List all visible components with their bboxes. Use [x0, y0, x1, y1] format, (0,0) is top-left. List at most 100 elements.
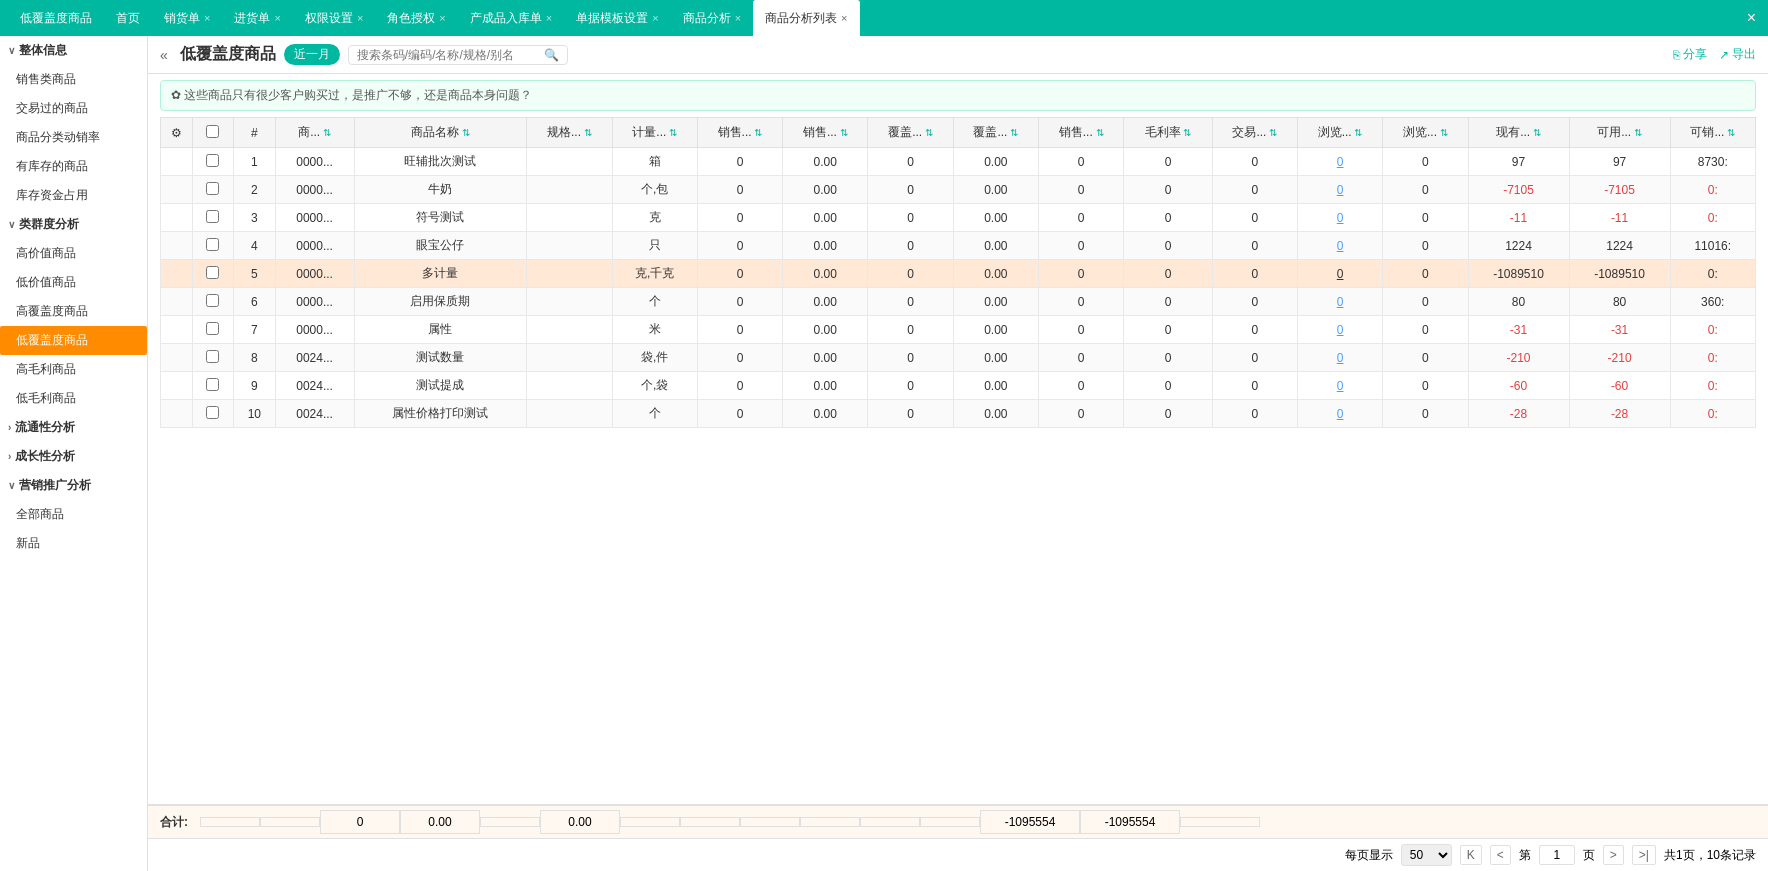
share-button[interactable]: ⎘ 分享: [1673, 46, 1707, 63]
tab-close-3[interactable]: ×: [357, 12, 363, 24]
col-header-gross_rate[interactable]: 毛利率 ⇅: [1124, 118, 1212, 148]
tab-close-8[interactable]: ×: [841, 12, 847, 24]
sidebar-section-2[interactable]: ›流通性分析: [0, 413, 147, 442]
sidebar-item-0-2[interactable]: 商品分类动销率: [0, 123, 147, 152]
sidebar-item-1-1[interactable]: 低价值商品: [0, 268, 147, 297]
sort-arrow-spec: ⇅: [581, 127, 592, 138]
col-header-sales2[interactable]: 销售... ⇅: [1038, 118, 1123, 148]
col-header-cover2[interactable]: 覆盖... ⇅: [953, 118, 1038, 148]
sidebar-item-1-3[interactable]: 低覆盖度商品: [0, 326, 147, 355]
sidebar-item-4-1[interactable]: 新品: [0, 529, 147, 558]
tab-label-1: 销货单: [164, 10, 200, 27]
cell-sales_amt-row-4: 0.00: [783, 260, 868, 288]
col-header-no: #: [233, 118, 275, 148]
col-header-saleable[interactable]: 可销... ⇅: [1670, 118, 1755, 148]
tab-3[interactable]: 权限设置×: [293, 0, 375, 36]
export-button[interactable]: ↗ 导出: [1719, 46, 1756, 63]
tab-0[interactable]: 首页: [104, 0, 152, 36]
search-input[interactable]: [357, 48, 540, 62]
tab-close-7[interactable]: ×: [735, 12, 741, 24]
cell-settings-row-4: [161, 260, 193, 288]
sidebar-section-4[interactable]: ∨营销推广分析: [0, 471, 147, 500]
sidebar-item-0-1[interactable]: 交易过的商品: [0, 94, 147, 123]
sidebar-item-0-0[interactable]: 销售类商品: [0, 65, 147, 94]
col-header-checkbox: [192, 118, 233, 148]
sort-arrow-cover1: ⇅: [922, 127, 933, 138]
tab-1[interactable]: 销货单 ×: [152, 0, 222, 36]
row-checkbox-0[interactable]: [206, 154, 219, 167]
cell-cover1-row-1: 0: [868, 176, 953, 204]
sidebar-item-label-0-2: 商品分类动销率: [16, 130, 100, 144]
col-header-trade[interactable]: 交易... ⇅: [1212, 118, 1297, 148]
col-label-sales2: 销售...: [1059, 125, 1093, 139]
sidebar-item-1-2[interactable]: 高覆盖度商品: [0, 297, 147, 326]
cell-sales_qty-row-3: 0: [697, 232, 782, 260]
col-header-available[interactable]: 可用... ⇅: [1569, 118, 1670, 148]
row-checkbox-9[interactable]: [206, 406, 219, 419]
sidebar-item-1-4[interactable]: 高毛利商品: [0, 355, 147, 384]
col-header-current[interactable]: 现有... ⇅: [1468, 118, 1569, 148]
tab-close-2[interactable]: ×: [274, 12, 280, 24]
prev-page-button[interactable]: <: [1490, 845, 1511, 865]
col-header-browse2[interactable]: 浏览... ⇅: [1383, 118, 1468, 148]
col-header-name[interactable]: 商品名称 ⇅: [354, 118, 527, 148]
tab-5[interactable]: 产成品入库单×: [458, 0, 564, 36]
sidebar-section-1[interactable]: ∨类群度分析: [0, 210, 147, 239]
search-box: 🔍: [348, 45, 568, 65]
col-header-unit[interactable]: 计量... ⇅: [612, 118, 697, 148]
col-header-code[interactable]: 商... ⇅: [275, 118, 354, 148]
sidebar-section-0[interactable]: ∨整体信息: [0, 36, 147, 65]
tab-4[interactable]: 角色授权 ×: [375, 0, 457, 36]
sidebar-item-0-4[interactable]: 库存资金占用: [0, 181, 147, 210]
row-checkbox-7[interactable]: [206, 350, 219, 363]
tab-8[interactable]: 商品分析列表×: [753, 0, 859, 36]
col-header-browse1[interactable]: 浏览... ⇅: [1297, 118, 1382, 148]
col-header-sales_qty[interactable]: 销售... ⇅: [697, 118, 782, 148]
sidebar-item-1-5[interactable]: 低毛利商品: [0, 384, 147, 413]
tab-6[interactable]: 单据模板设置×: [564, 0, 670, 36]
last-page-button[interactable]: >|: [1632, 845, 1656, 865]
per-page-select[interactable]: 50 20 100: [1401, 844, 1452, 866]
tab-close-1[interactable]: ×: [204, 12, 210, 24]
window-close-icon[interactable]: ×: [1747, 9, 1756, 27]
select-all-checkbox[interactable]: [206, 125, 219, 138]
collapse-sidebar-button[interactable]: «: [160, 47, 168, 63]
col-header-sales_amt[interactable]: 销售... ⇅: [783, 118, 868, 148]
period-button[interactable]: 近一月: [284, 44, 340, 65]
tab-close-6[interactable]: ×: [652, 12, 658, 24]
row-checkbox-2[interactable]: [206, 210, 219, 223]
sidebar-item-0-3[interactable]: 有库存的商品: [0, 152, 147, 181]
row-checkbox-4[interactable]: [206, 266, 219, 279]
tab-close-4[interactable]: ×: [439, 12, 445, 24]
tab-2[interactable]: 进货单×: [222, 0, 292, 36]
search-icon[interactable]: 🔍: [544, 48, 559, 62]
tab-7[interactable]: 商品分析×: [671, 0, 753, 36]
row-checkbox-1[interactable]: [206, 182, 219, 195]
col-header-spec[interactable]: 规格... ⇅: [527, 118, 612, 148]
cell-no-row-5: 6: [233, 288, 275, 316]
row-checkbox-6[interactable]: [206, 322, 219, 335]
sort-arrow-name: ⇅: [459, 127, 470, 138]
sidebar-section-3[interactable]: ›成长性分析: [0, 442, 147, 471]
tab-home[interactable]: 低覆盖度商品: [8, 0, 104, 36]
cell-name-row-2: 符号测试: [354, 204, 527, 232]
cell-saleable-row-0: 8730:: [1670, 148, 1755, 176]
first-page-button[interactable]: K: [1460, 845, 1482, 865]
col-header-cover1[interactable]: 覆盖... ⇅: [868, 118, 953, 148]
tab-close-5[interactable]: ×: [546, 12, 552, 24]
data-table-container: ⚙#商... ⇅商品名称 ⇅规格... ⇅计量... ⇅销售... ⇅销售...…: [148, 117, 1768, 804]
sidebar-item-1-0[interactable]: 高价值商品: [0, 239, 147, 268]
share-icon: ⎘: [1673, 48, 1680, 62]
sidebar-item-label-1-0: 高价值商品: [16, 246, 76, 260]
row-checkbox-5[interactable]: [206, 294, 219, 307]
page-number-input[interactable]: [1539, 845, 1575, 865]
cell-saleable-row-4: 0:: [1670, 260, 1755, 288]
cell-cover2-row-0: 0.00: [953, 148, 1038, 176]
row-checkbox-3[interactable]: [206, 238, 219, 251]
next-page-button[interactable]: >: [1603, 845, 1624, 865]
row-checkbox-8[interactable]: [206, 378, 219, 391]
cell-current-row-8: -60: [1468, 372, 1569, 400]
settings-icon[interactable]: ⚙: [171, 126, 182, 140]
tab-label-4: 角色授权: [387, 10, 435, 27]
sidebar-item-4-0[interactable]: 全部商品: [0, 500, 147, 529]
